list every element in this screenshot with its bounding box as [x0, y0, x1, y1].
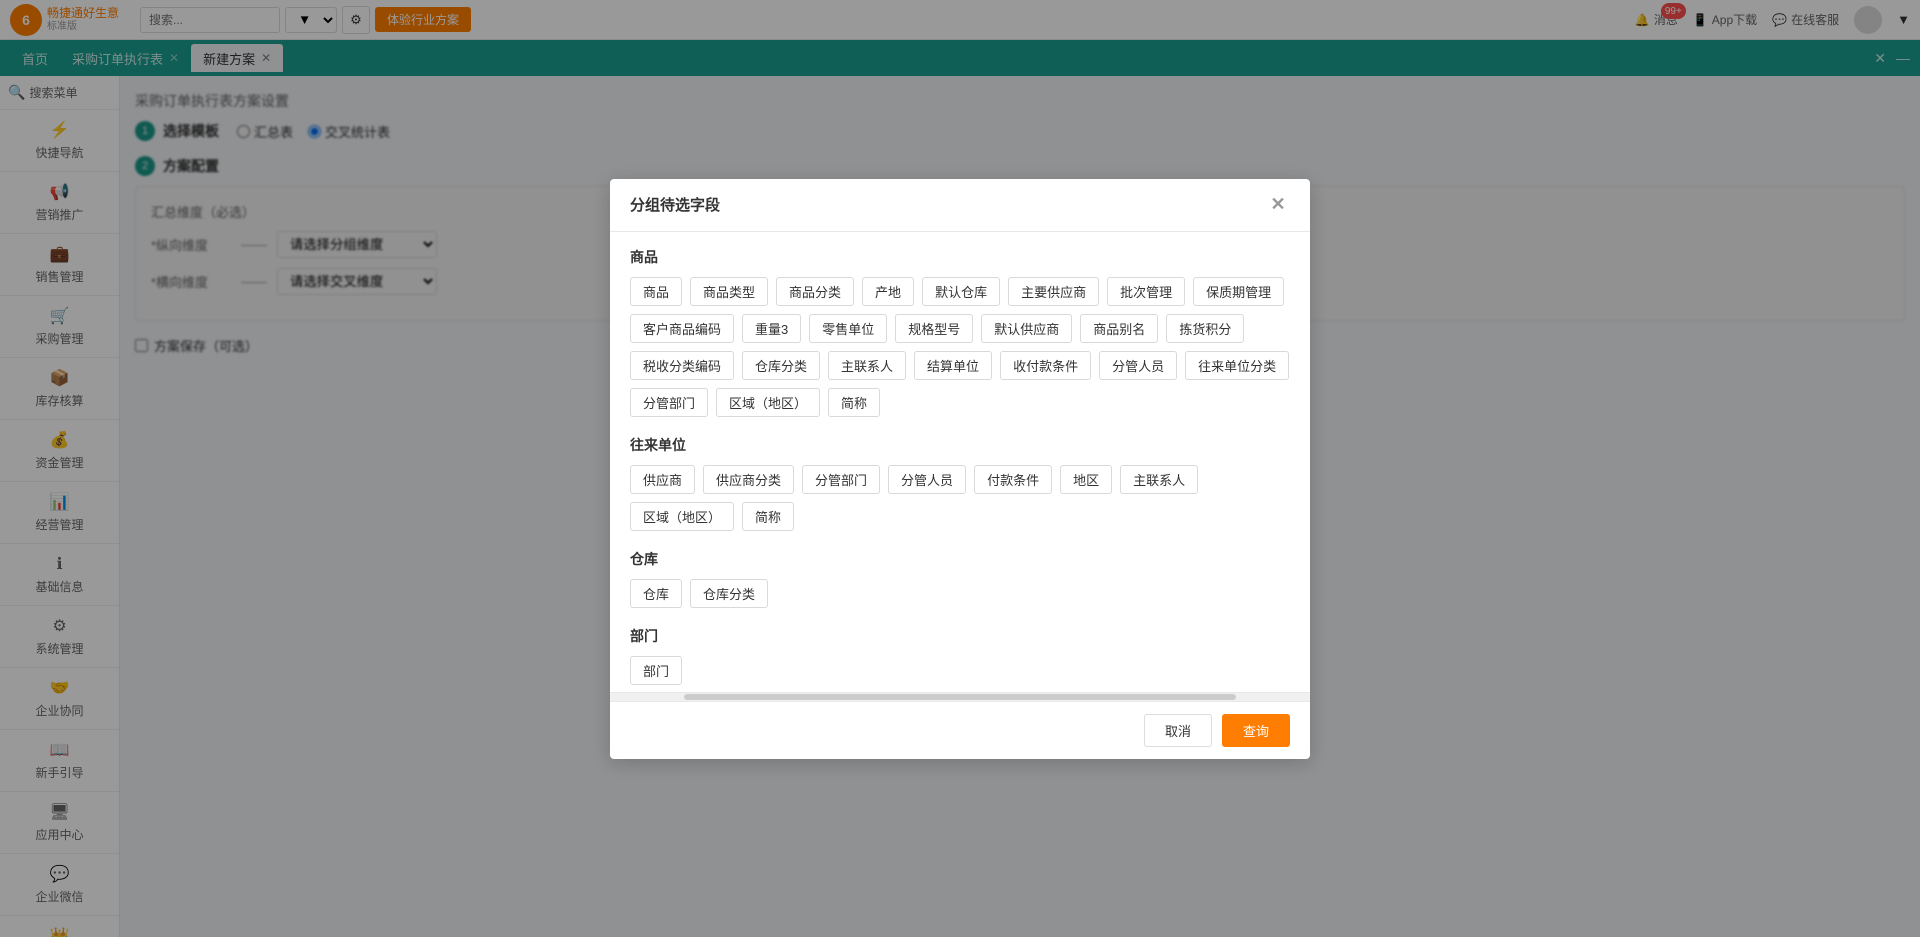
field-tag-partner-9[interactable]: 简称 — [742, 502, 794, 531]
field-tag-partner-3[interactable]: 分管部门 — [802, 465, 880, 494]
field-tag-goods-17[interactable]: 仓库分类 — [742, 351, 820, 380]
field-tag-warehouse-2[interactable]: 仓库分类 — [690, 579, 768, 608]
modal-title: 分组待选字段 — [630, 194, 720, 215]
field-group-partner-title: 往来单位 — [630, 435, 1290, 455]
field-tag-goods-21[interactable]: 分管人员 — [1099, 351, 1177, 380]
field-tag-partner-5[interactable]: 付款条件 — [974, 465, 1052, 494]
field-tag-goods-3[interactable]: 商品分类 — [776, 277, 854, 306]
field-selection-modal: 分组待选字段 ✕ 商品 商品 商品类型 商品分类 产地 默认仓库 主要供应商 批… — [610, 179, 1310, 759]
field-group-goods-title: 商品 — [630, 247, 1290, 267]
field-tag-goods-1[interactable]: 商品 — [630, 277, 682, 306]
field-tag-goods-25[interactable]: 简称 — [828, 388, 880, 417]
field-tag-goods-8[interactable]: 保质期管理 — [1193, 277, 1284, 306]
field-tag-goods-4[interactable]: 产地 — [862, 277, 914, 306]
modal-body[interactable]: 商品 商品 商品类型 商品分类 产地 默认仓库 主要供应商 批次管理 保质期管理… — [610, 232, 1310, 692]
field-group-goods: 商品 商品 商品类型 商品分类 产地 默认仓库 主要供应商 批次管理 保质期管理… — [630, 247, 1290, 417]
modal-footer: 取消 查询 — [610, 701, 1310, 759]
field-tag-goods-5[interactable]: 默认仓库 — [922, 277, 1000, 306]
field-tag-partner-4[interactable]: 分管人员 — [888, 465, 966, 494]
field-tag-goods-11[interactable]: 零售单位 — [809, 314, 887, 343]
field-group-partner: 往来单位 供应商 供应商分类 分管部门 分管人员 付款条件 地区 主联系人 区域… — [630, 435, 1290, 531]
field-tag-goods-14[interactable]: 商品别名 — [1080, 314, 1158, 343]
field-tag-partner-8[interactable]: 区域（地区） — [630, 502, 734, 531]
field-tag-goods-12[interactable]: 规格型号 — [895, 314, 973, 343]
field-tags-goods: 商品 商品类型 商品分类 产地 默认仓库 主要供应商 批次管理 保质期管理 客户… — [630, 277, 1290, 417]
modal-close-button[interactable]: ✕ — [1266, 193, 1290, 217]
field-tags-warehouse: 仓库 仓库分类 — [630, 579, 1290, 608]
field-tag-warehouse-1[interactable]: 仓库 — [630, 579, 682, 608]
modal-horizontal-scrollbar[interactable] — [610, 692, 1310, 701]
field-group-department: 部门 部门 — [630, 626, 1290, 685]
field-tags-department: 部门 — [630, 656, 1290, 685]
field-tags-partner: 供应商 供应商分类 分管部门 分管人员 付款条件 地区 主联系人 区域（地区） … — [630, 465, 1290, 531]
field-tag-goods-19[interactable]: 结算单位 — [914, 351, 992, 380]
field-group-warehouse: 仓库 仓库 仓库分类 — [630, 549, 1290, 608]
field-tag-partner-1[interactable]: 供应商 — [630, 465, 695, 494]
field-tag-partner-2[interactable]: 供应商分类 — [703, 465, 794, 494]
field-tag-goods-7[interactable]: 批次管理 — [1107, 277, 1185, 306]
field-tag-goods-9[interactable]: 客户商品编码 — [630, 314, 734, 343]
field-tag-partner-6[interactable]: 地区 — [1060, 465, 1112, 494]
field-tag-goods-20[interactable]: 收付款条件 — [1000, 351, 1091, 380]
modal-header: 分组待选字段 ✕ — [610, 179, 1310, 232]
field-tag-goods-24[interactable]: 区域（地区） — [716, 388, 820, 417]
field-tag-goods-13[interactable]: 默认供应商 — [981, 314, 1072, 343]
field-tag-goods-10[interactable]: 重量3 — [742, 314, 801, 343]
field-tag-goods-6[interactable]: 主要供应商 — [1008, 277, 1099, 306]
field-group-warehouse-title: 仓库 — [630, 549, 1290, 569]
field-tag-goods-15[interactable]: 拣货积分 — [1166, 314, 1244, 343]
field-tag-goods-23[interactable]: 分管部门 — [630, 388, 708, 417]
field-tag-department-1[interactable]: 部门 — [630, 656, 682, 685]
cancel-button[interactable]: 取消 — [1144, 714, 1212, 747]
confirm-button[interactable]: 查询 — [1222, 714, 1290, 747]
field-tag-goods-22[interactable]: 往来单位分类 — [1185, 351, 1289, 380]
field-tag-goods-18[interactable]: 主联系人 — [828, 351, 906, 380]
field-group-department-title: 部门 — [630, 626, 1290, 646]
field-tag-partner-7[interactable]: 主联系人 — [1120, 465, 1198, 494]
field-tag-goods-2[interactable]: 商品类型 — [690, 277, 768, 306]
field-tag-goods-16[interactable]: 税收分类编码 — [630, 351, 734, 380]
modal-overlay: 分组待选字段 ✕ 商品 商品 商品类型 商品分类 产地 默认仓库 主要供应商 批… — [0, 0, 1920, 937]
